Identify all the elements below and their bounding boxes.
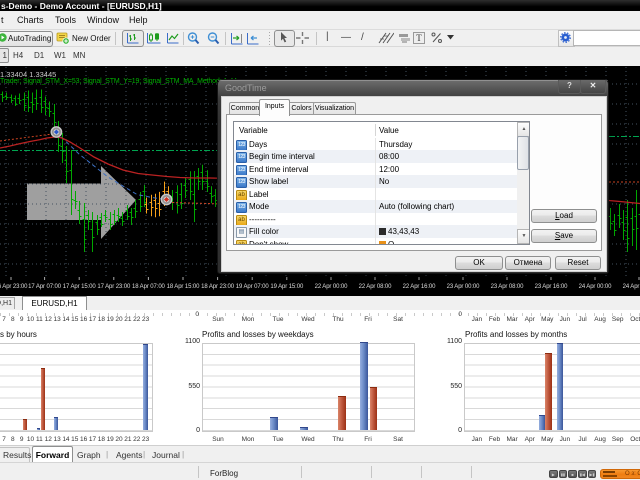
svg-text:T: T bbox=[416, 33, 422, 43]
